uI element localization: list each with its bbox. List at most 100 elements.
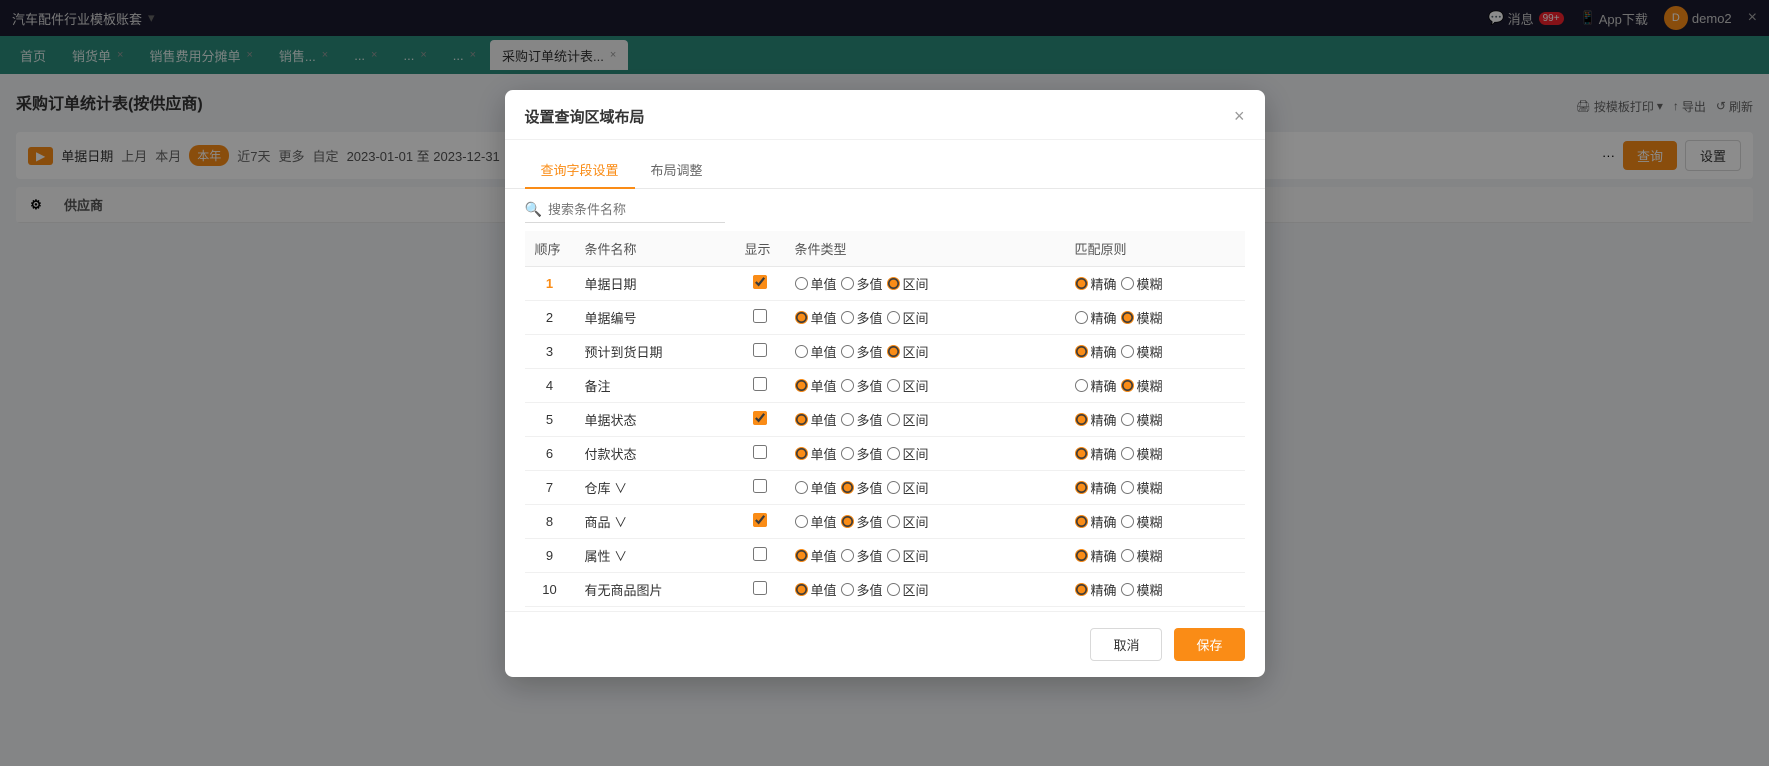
type-radio-2[interactable] xyxy=(887,515,900,528)
type-radio-0[interactable] xyxy=(795,345,808,358)
cancel-button[interactable]: 取消 xyxy=(1090,628,1162,661)
row-display[interactable] xyxy=(735,470,785,504)
type-radio-1[interactable] xyxy=(841,345,854,358)
match-radio-0[interactable] xyxy=(1075,583,1088,596)
row-match[interactable]: 精确模糊 xyxy=(1065,402,1245,436)
match-radio-0[interactable] xyxy=(1075,549,1088,562)
type-radio-1[interactable] xyxy=(841,515,854,528)
match-radio-1[interactable] xyxy=(1121,379,1134,392)
type-radio-1[interactable] xyxy=(841,277,854,290)
display-checkbox[interactable] xyxy=(753,411,767,425)
search-input[interactable] xyxy=(548,202,708,217)
row-display[interactable] xyxy=(735,436,785,470)
type-radio-2[interactable] xyxy=(887,379,900,392)
match-radio-1[interactable] xyxy=(1121,583,1134,596)
type-radio-2[interactable] xyxy=(887,311,900,324)
type-radio-2[interactable] xyxy=(887,481,900,494)
match-radio-1[interactable] xyxy=(1121,549,1134,562)
display-checkbox[interactable] xyxy=(753,479,767,493)
row-match[interactable]: 精确模糊 xyxy=(1065,436,1245,470)
display-checkbox[interactable] xyxy=(753,513,767,527)
row-match[interactable]: 精确模糊 xyxy=(1065,300,1245,334)
type-radio-0[interactable] xyxy=(795,277,808,290)
match-radio-0[interactable] xyxy=(1075,379,1088,392)
row-type[interactable]: 单值多值区间 xyxy=(785,300,1065,334)
row-display[interactable] xyxy=(735,266,785,300)
type-radio-2[interactable] xyxy=(887,277,900,290)
match-radio-0[interactable] xyxy=(1075,447,1088,460)
type-radio-0[interactable] xyxy=(795,447,808,460)
row-display[interactable] xyxy=(735,300,785,334)
row-type[interactable]: 单值多值区间 xyxy=(785,334,1065,368)
table-scroll-area[interactable]: 顺序 条件名称 显示 条件类型 匹配原则 1单据日期单值多值区间精确模糊2单据编… xyxy=(525,231,1245,611)
row-display[interactable] xyxy=(735,504,785,538)
row-name: 属性 ∨ xyxy=(575,538,735,572)
row-type[interactable]: 单值多值区间 xyxy=(785,266,1065,300)
row-display[interactable] xyxy=(735,402,785,436)
type-radio-2[interactable] xyxy=(887,413,900,426)
match-radio-0[interactable] xyxy=(1075,311,1088,324)
match-radio-0[interactable] xyxy=(1075,515,1088,528)
type-radio-0[interactable] xyxy=(795,515,808,528)
row-display[interactable] xyxy=(735,572,785,606)
row-display[interactable] xyxy=(735,368,785,402)
type-radio-2[interactable] xyxy=(887,583,900,596)
match-radio-1[interactable] xyxy=(1121,311,1134,324)
type-radio-0[interactable] xyxy=(795,311,808,324)
match-radio-1[interactable] xyxy=(1121,345,1134,358)
match-radio-0[interactable] xyxy=(1075,345,1088,358)
row-display[interactable] xyxy=(735,538,785,572)
match-radio-1[interactable] xyxy=(1121,481,1134,494)
row-type[interactable]: 单值多值区间 xyxy=(785,504,1065,538)
row-order: 5 xyxy=(525,402,575,436)
row-display[interactable] xyxy=(735,334,785,368)
type-radio-0[interactable] xyxy=(795,549,808,562)
display-checkbox[interactable] xyxy=(753,343,767,357)
match-radio-1[interactable] xyxy=(1121,447,1134,460)
row-type[interactable]: 单值多值区间 xyxy=(785,538,1065,572)
row-match[interactable]: 精确模糊 xyxy=(1065,504,1245,538)
row-match[interactable]: 精确模糊 xyxy=(1065,368,1245,402)
type-radio-1[interactable] xyxy=(841,481,854,494)
display-checkbox[interactable] xyxy=(753,581,767,595)
type-radio-1[interactable] xyxy=(841,583,854,596)
row-type[interactable]: 单值多值区间 xyxy=(785,572,1065,606)
match-radio-0[interactable] xyxy=(1075,481,1088,494)
type-radio-1[interactable] xyxy=(841,549,854,562)
display-checkbox[interactable] xyxy=(753,547,767,561)
display-checkbox[interactable] xyxy=(753,275,767,289)
row-type[interactable]: 单值多值区间 xyxy=(785,368,1065,402)
match-radio-0[interactable] xyxy=(1075,277,1088,290)
type-radio-2[interactable] xyxy=(887,549,900,562)
row-match[interactable]: 精确模糊 xyxy=(1065,538,1245,572)
dialog-search-area: 🔍 xyxy=(505,189,1265,231)
match-radio-1[interactable] xyxy=(1121,515,1134,528)
display-checkbox[interactable] xyxy=(753,377,767,391)
row-type[interactable]: 单值多值区间 xyxy=(785,470,1065,504)
type-radio-0[interactable] xyxy=(795,481,808,494)
display-checkbox[interactable] xyxy=(753,309,767,323)
type-radio-1[interactable] xyxy=(841,447,854,460)
row-match[interactable]: 精确模糊 xyxy=(1065,266,1245,300)
tab-query-fields[interactable]: 查询字段设置 xyxy=(525,152,635,189)
dialog-close-btn[interactable]: × xyxy=(1234,107,1245,125)
display-checkbox[interactable] xyxy=(753,445,767,459)
type-radio-1[interactable] xyxy=(841,311,854,324)
type-radio-0[interactable] xyxy=(795,583,808,596)
type-radio-2[interactable] xyxy=(887,447,900,460)
type-radio-0[interactable] xyxy=(795,379,808,392)
match-radio-1[interactable] xyxy=(1121,413,1134,426)
row-match[interactable]: 精确模糊 xyxy=(1065,334,1245,368)
row-type[interactable]: 单值多值区间 xyxy=(785,436,1065,470)
type-radio-0[interactable] xyxy=(795,413,808,426)
type-radio-1[interactable] xyxy=(841,379,854,392)
type-radio-2[interactable] xyxy=(887,345,900,358)
row-match[interactable]: 精确模糊 xyxy=(1065,572,1245,606)
tab-layout[interactable]: 布局调整 xyxy=(635,152,719,189)
row-type[interactable]: 单值多值区间 xyxy=(785,402,1065,436)
save-button[interactable]: 保存 xyxy=(1174,628,1244,661)
row-match[interactable]: 精确模糊 xyxy=(1065,470,1245,504)
match-radio-1[interactable] xyxy=(1121,277,1134,290)
match-radio-0[interactable] xyxy=(1075,413,1088,426)
type-radio-1[interactable] xyxy=(841,413,854,426)
